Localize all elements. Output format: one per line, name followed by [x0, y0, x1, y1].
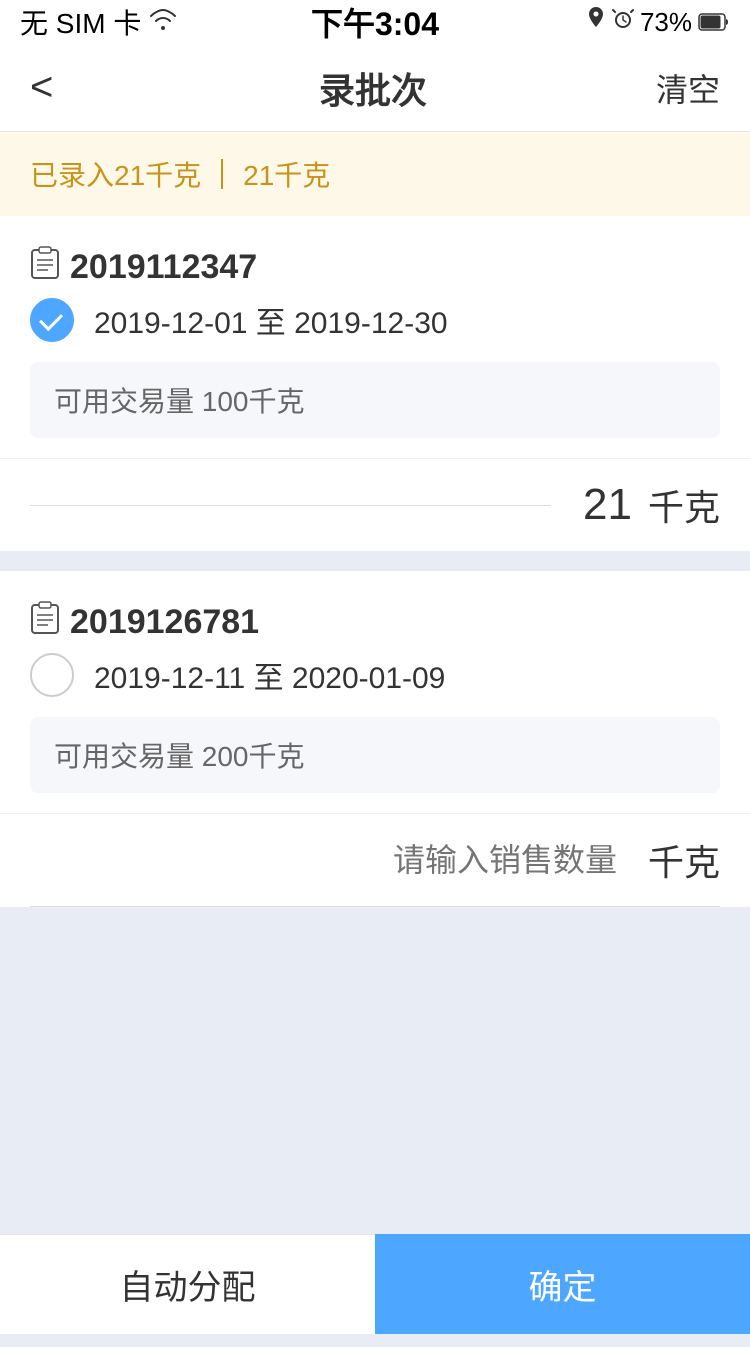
batch-2-card: 2019126781 2019-12-11 至 2020-01-09 可用交易量…: [0, 571, 750, 907]
batch-2-date: 2019-12-11 至 2020-01-09: [94, 653, 445, 697]
batch-1-available: 可用交易量 100千克: [30, 362, 720, 438]
clear-button[interactable]: 清空: [656, 65, 720, 111]
battery-text: 73%: [640, 7, 692, 38]
bottom-bar: 自动分配 确定: [0, 1234, 750, 1334]
section-divider: [0, 551, 750, 571]
wifi-icon: [149, 6, 177, 38]
batch-2-input-row: 千克: [0, 813, 750, 906]
batch-1-amount-row: 21 千克: [0, 458, 750, 551]
time-display: 下午3:04: [311, 0, 439, 45]
recorded-label: 已录入21千克: [30, 154, 201, 194]
batch-2-available: 可用交易量 200千克: [30, 717, 720, 793]
batch-2-icon: [30, 601, 60, 643]
batch-1-unit: 千克: [648, 479, 720, 531]
auto-distribute-button[interactable]: 自动分配: [0, 1234, 375, 1334]
batch-2-radio[interactable]: [30, 653, 74, 697]
confirm-button[interactable]: 确定: [375, 1234, 750, 1334]
nav-bar: < 录批次 清空: [0, 44, 750, 132]
battery-icon: [698, 7, 730, 38]
status-left: 无 SIM 卡: [20, 2, 177, 42]
batch-2-unit: 千克: [648, 834, 720, 886]
batch-1-radio[interactable]: [30, 298, 74, 342]
info-banner: 已录入21千克 21千克: [0, 132, 750, 216]
location-icon: [586, 7, 606, 38]
batch-1-id: 2019112347: [70, 248, 257, 287]
batch-1-amount-value[interactable]: 21: [583, 480, 632, 530]
carrier-text: 无 SIM 卡: [20, 2, 141, 42]
page-title: 录批次: [319, 62, 427, 114]
total-label: 21千克: [243, 154, 330, 194]
batch-2-header: 2019126781: [0, 571, 750, 653]
batch-1-date: 2019-12-01 至 2019-12-30: [94, 298, 448, 342]
status-bar: 无 SIM 卡 下午3:04 73%: [0, 0, 750, 44]
back-button[interactable]: <: [30, 65, 90, 110]
info-divider: [221, 159, 223, 189]
batch-2-id: 2019126781: [70, 603, 259, 642]
batch-1-header: 2019112347: [0, 216, 750, 298]
batch-1-date-row[interactable]: 2019-12-01 至 2019-12-30: [0, 298, 750, 362]
batch-1-card: 2019112347 2019-12-01 至 2019-12-30 可用交易量…: [0, 216, 750, 551]
batch-1-icon: [30, 246, 60, 288]
alarm-icon: [612, 7, 634, 38]
batch-2-date-row[interactable]: 2019-12-11 至 2020-01-09: [0, 653, 750, 717]
batch-2-quantity-input[interactable]: [30, 842, 632, 879]
status-right: 73%: [586, 7, 730, 38]
